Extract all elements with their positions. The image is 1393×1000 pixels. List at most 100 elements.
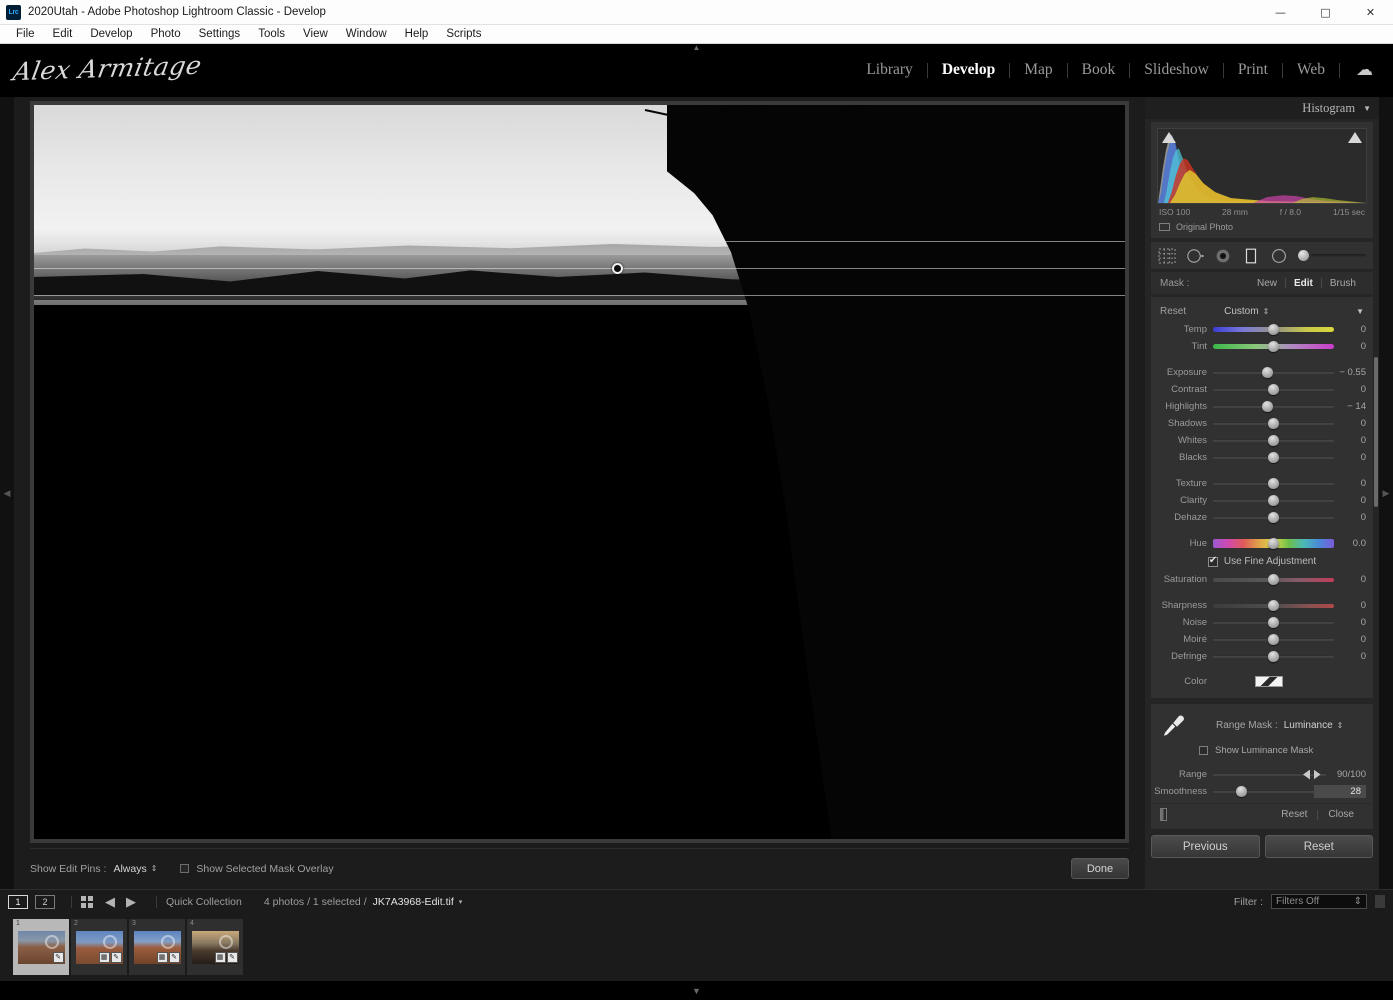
- top-panel-toggle[interactable]: ▲: [679, 44, 715, 52]
- mask-brush-button[interactable]: Brush: [1322, 278, 1364, 289]
- slider-track[interactable]: [1213, 634, 1334, 645]
- slider-knob[interactable]: [1268, 495, 1279, 506]
- slider-knob[interactable]: [1268, 574, 1279, 585]
- reset-button[interactable]: Reset: [1264, 835, 1373, 858]
- graduated-filter-line[interactable]: [34, 241, 1125, 242]
- bottom-panel-toggle[interactable]: ▼: [679, 986, 715, 1000]
- original-photo-row[interactable]: Original Photo: [1157, 217, 1367, 234]
- slider-track[interactable]: [1213, 478, 1334, 489]
- slider-knob[interactable]: [1235, 786, 1247, 797]
- fine-adjustment-checkbox[interactable]: [1207, 555, 1218, 567]
- reset-link[interactable]: Reset: [1160, 306, 1186, 317]
- show-mask-overlay-checkbox[interactable]: [180, 864, 190, 873]
- range-low-handle[interactable]: [1303, 770, 1310, 780]
- brush-size-knob[interactable]: [1297, 250, 1309, 261]
- slider-value[interactable]: 0: [1334, 651, 1370, 662]
- menu-item-scripts[interactable]: Scripts: [437, 28, 490, 40]
- slider-value[interactable]: 0: [1334, 478, 1370, 489]
- slider-track[interactable]: [1213, 538, 1334, 549]
- effect-preset-value[interactable]: Custom: [1224, 306, 1258, 317]
- menu-item-settings[interactable]: Settings: [190, 28, 250, 40]
- module-book[interactable]: Book: [1068, 61, 1130, 79]
- range-close-button[interactable]: Close: [1318, 809, 1364, 820]
- slider-value[interactable]: 0: [1334, 435, 1370, 446]
- highlight-clipping-indicator[interactable]: [1348, 132, 1362, 143]
- graduated-filter-line[interactable]: [34, 268, 1125, 269]
- thumbnail-badge[interactable]: ✎: [168, 951, 180, 963]
- slider-value[interactable]: 0.0: [1334, 538, 1370, 549]
- minimize-button[interactable]: —: [1258, 0, 1303, 25]
- slider-knob[interactable]: [1268, 324, 1279, 335]
- red-eye-icon[interactable]: [1214, 246, 1233, 266]
- module-web[interactable]: Web: [1283, 61, 1339, 79]
- slider-value[interactable]: − 14: [1334, 401, 1370, 412]
- show-edit-pins-value[interactable]: Always: [113, 863, 146, 875]
- slider-knob[interactable]: [1268, 384, 1279, 395]
- screen-1-button[interactable]: 1: [8, 894, 28, 909]
- slider-value[interactable]: 0: [1334, 634, 1370, 645]
- slider-track[interactable]: [1213, 651, 1334, 662]
- histogram-header[interactable]: Histogram ▼: [1145, 97, 1379, 119]
- slider-knob[interactable]: [1268, 512, 1279, 523]
- slider-value[interactable]: 90/100: [1326, 769, 1370, 780]
- menu-item-develop[interactable]: Develop: [81, 28, 141, 40]
- slider-knob[interactable]: [1261, 367, 1273, 378]
- show-luminance-mask-checkbox[interactable]: [1199, 745, 1208, 755]
- identity-plate[interactable]: Alex Armitage: [11, 51, 204, 87]
- edit-pin[interactable]: [612, 262, 624, 274]
- slider-value[interactable]: 0: [1334, 512, 1370, 523]
- slider-knob[interactable]: [1268, 478, 1279, 489]
- graduated-filter-icon[interactable]: [1242, 246, 1261, 266]
- module-library[interactable]: Library: [852, 61, 926, 79]
- chevron-down-icon[interactable]: ▼: [1356, 307, 1364, 316]
- slider-knob[interactable]: [1268, 600, 1279, 611]
- slider-knob[interactable]: [1261, 401, 1273, 412]
- slider-knob[interactable]: [1268, 418, 1279, 429]
- menu-item-edit[interactable]: Edit: [44, 28, 82, 40]
- done-button[interactable]: Done: [1071, 858, 1129, 879]
- stepper-icon[interactable]: ⇕: [1263, 307, 1270, 316]
- panel-scrollbar[interactable]: [1374, 357, 1378, 507]
- thumbnail-badge[interactable]: ✎: [226, 951, 238, 963]
- color-swatch[interactable]: [1255, 675, 1283, 687]
- slider-track[interactable]: [1213, 452, 1334, 463]
- show-luminance-mask-row[interactable]: Show Luminance Mask: [1151, 740, 1373, 760]
- slider-value[interactable]: 0: [1334, 495, 1370, 506]
- grid-view-icon[interactable]: [81, 895, 93, 908]
- slider-track[interactable]: [1213, 786, 1314, 797]
- use-fine-adjustment-row[interactable]: Use Fine Adjustment: [1151, 552, 1373, 571]
- mask-edit-button[interactable]: Edit: [1286, 278, 1321, 289]
- slider-track[interactable]: [1213, 495, 1334, 506]
- thumbnail-badge[interactable]: ▦: [98, 951, 110, 963]
- previous-photo-arrow-icon[interactable]: ◀: [105, 894, 115, 910]
- radial-filter-icon[interactable]: [1270, 246, 1289, 266]
- slider-value[interactable]: 0: [1334, 418, 1370, 429]
- module-slideshow[interactable]: Slideshow: [1130, 61, 1223, 79]
- graduated-filter-line[interactable]: [34, 295, 1125, 296]
- range-reset-button[interactable]: Reset: [1271, 809, 1317, 820]
- slider-track[interactable]: [1213, 341, 1334, 352]
- menu-item-help[interactable]: Help: [396, 28, 438, 40]
- brush-size-slider[interactable]: [1297, 250, 1366, 261]
- slider-value[interactable]: 0: [1334, 384, 1370, 395]
- cloud-sync-icon[interactable]: ☁: [1340, 60, 1383, 80]
- spot-removal-icon[interactable]: [1186, 246, 1205, 266]
- filmstrip-thumbnail[interactable]: 4 ▦ ✎: [187, 919, 243, 975]
- slider-value[interactable]: 0: [1334, 574, 1370, 585]
- slider-value[interactable]: 0: [1334, 600, 1370, 611]
- thumbnail-badge[interactable]: ✎: [52, 951, 64, 963]
- chevron-down-icon[interactable]: ▾: [459, 898, 463, 906]
- slider-knob[interactable]: [1268, 634, 1279, 645]
- thumbnail-badge[interactable]: ▦: [156, 951, 168, 963]
- menu-item-file[interactable]: File: [7, 28, 44, 40]
- slider-value[interactable]: 0: [1334, 617, 1370, 628]
- right-panel-toggle[interactable]: ▶: [1379, 97, 1393, 889]
- menu-item-tools[interactable]: Tools: [249, 28, 294, 40]
- slider-knob[interactable]: [1268, 452, 1279, 463]
- slider-knob[interactable]: [1268, 538, 1279, 549]
- chevron-down-icon[interactable]: ▼: [1363, 104, 1371, 113]
- next-photo-arrow-icon[interactable]: ▶: [126, 894, 136, 910]
- stepper-icon[interactable]: ⇕: [1337, 721, 1344, 730]
- thumbnail-badge[interactable]: ✎: [110, 951, 122, 963]
- quick-collection-label[interactable]: Quick Collection: [166, 896, 242, 908]
